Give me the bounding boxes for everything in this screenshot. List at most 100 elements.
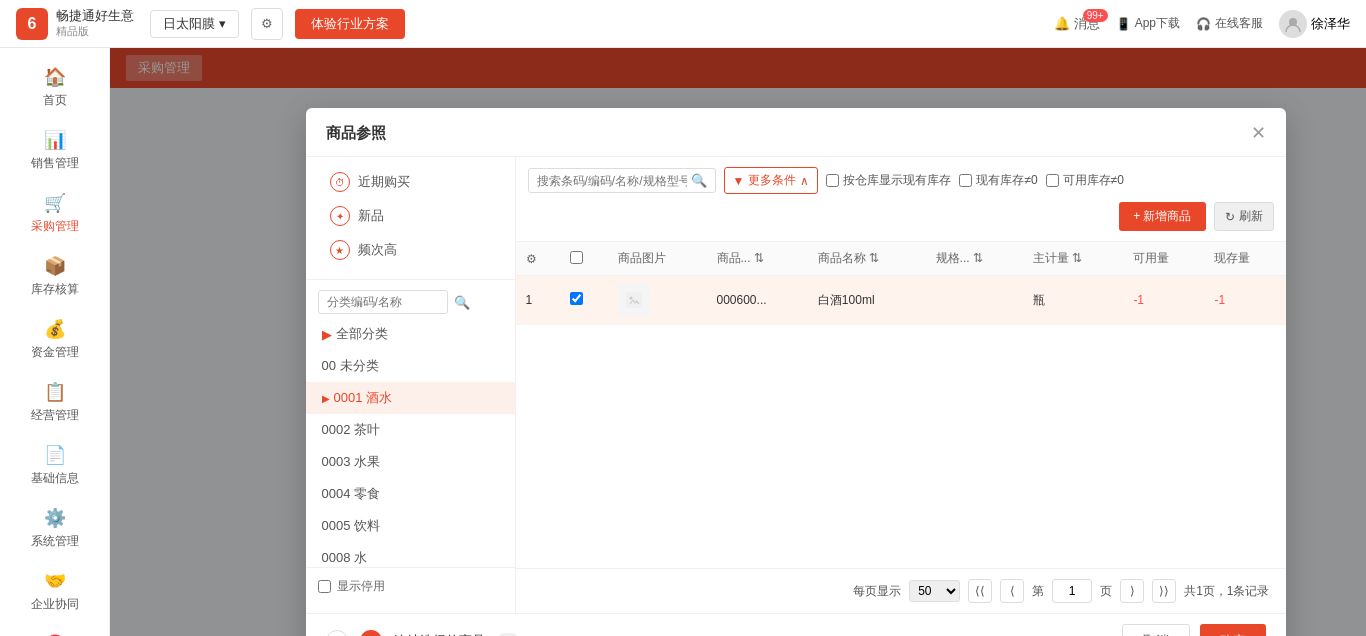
- branch-selector[interactable]: 日太阳膜 ▾: [150, 10, 239, 38]
- product-reference-modal: 商品参照 ✕ ⏱ 近期购买 ✦ 新品: [225, 88, 1366, 636]
- cancel-button[interactable]: 取消: [1122, 624, 1190, 636]
- online-service-button[interactable]: 🎧 在线客服: [1196, 15, 1263, 32]
- col-name[interactable]: 商品名称 ⇅: [808, 242, 926, 276]
- prev-page-button[interactable]: ⟨: [1000, 579, 1024, 603]
- sidebar-item-sales[interactable]: 📊 销售管理: [0, 119, 109, 182]
- left-panel-top: ⏱ 近期购买 ✦ 新品 ★ 频次高: [306, 165, 515, 275]
- category-fruit[interactable]: 0003 水果: [306, 446, 515, 478]
- sidebar-item-basic-info[interactable]: 📄 基础信息: [0, 434, 109, 497]
- topnav-right: 🔔 消息 99+ 📱 App下载 🎧 在线客服 徐泽华: [1054, 10, 1350, 38]
- filter-usable-label[interactable]: 可用库存≠0: [1046, 172, 1124, 189]
- quick-recent-purchase[interactable]: ⏱ 近期购买: [318, 165, 503, 199]
- table-header-row: ⚙ 商品图片 商品... ⇅ 商品名称 ⇅: [516, 242, 1286, 276]
- category-water[interactable]: 0008 水: [306, 542, 515, 567]
- content-area: 采购管理 商品参照 ✕ ⏱ 近期购买: [110, 48, 1366, 636]
- help-button[interactable]: ?: [326, 630, 348, 636]
- toolbar-right: + 新增商品 ↻ 刷新: [1119, 202, 1273, 231]
- page-size-label: 每页显示: [853, 583, 901, 600]
- filter-warehouse-checkbox[interactable]: [826, 174, 839, 187]
- modal-box: 商品参照 ✕ ⏱ 近期购买 ✦ 新品: [306, 108, 1286, 636]
- sidebar-item-finance[interactable]: 💰 资金管理: [0, 308, 109, 371]
- settings-button[interactable]: ⚙: [251, 8, 283, 40]
- row-checkbox[interactable]: [570, 292, 583, 305]
- filter-available-label[interactable]: 现有库存≠0: [959, 172, 1037, 189]
- product-thumbnail: [618, 284, 650, 316]
- finance-icon: 💰: [44, 318, 66, 340]
- refresh-button[interactable]: ↻ 刷新: [1214, 202, 1274, 231]
- avatar: [1279, 10, 1307, 38]
- top-navigation: 6 畅捷通好生意 精品版 日太阳膜 ▾ ⚙ 体验行业方案 🔔 消息 99+ 📱 …: [0, 0, 1366, 48]
- product-search-input[interactable]: [537, 174, 687, 188]
- sidebar-item-guide[interactable]: 🎯 新手引导: [0, 623, 109, 636]
- cart-button[interactable]: 🛒: [360, 630, 382, 636]
- page-label-suffix: 页: [1100, 583, 1112, 600]
- product-table-wrap: ⚙ 商品图片 商品... ⇅ 商品名称 ⇅: [516, 242, 1286, 568]
- left-panel: ⏱ 近期购买 ✦ 新品 ★ 频次高: [306, 157, 516, 613]
- select-all-checkbox[interactable]: [570, 251, 583, 264]
- filter-available-checkbox[interactable]: [959, 174, 972, 187]
- svg-rect-1: [626, 292, 642, 308]
- col-code[interactable]: 商品... ⇅: [707, 242, 808, 276]
- next-page-button[interactable]: ⟩: [1120, 579, 1144, 603]
- col-stock[interactable]: 现存量: [1204, 242, 1285, 276]
- refresh-icon: ↻: [1225, 210, 1235, 224]
- sidebar-item-procurement[interactable]: 🛒 采购管理: [0, 182, 109, 245]
- row-code: 000600...: [707, 276, 808, 325]
- collapse-footer-button[interactable]: ∧: [531, 632, 543, 637]
- sidebar-item-enterprise[interactable]: 🤝 企业协同: [0, 560, 109, 623]
- last-page-button[interactable]: ⟩⟩: [1152, 579, 1176, 603]
- row-unit: 瓶: [1023, 276, 1123, 325]
- col-unit[interactable]: 主计量 ⇅: [1023, 242, 1123, 276]
- page-number-input[interactable]: [1052, 579, 1092, 603]
- add-product-button[interactable]: + 新增商品: [1119, 202, 1205, 231]
- modal-close-button[interactable]: ✕: [1251, 122, 1266, 144]
- continuous-label: 连续选择的商品: [394, 632, 485, 636]
- row-available: -1: [1123, 276, 1204, 325]
- category-all[interactable]: ▶ 全部分类: [306, 318, 515, 350]
- sidebar-item-operations[interactable]: 📋 经营管理: [0, 371, 109, 434]
- quick-high-frequency[interactable]: ★ 频次高: [318, 233, 503, 267]
- modal-header: 商品参照 ✕: [306, 108, 1286, 157]
- col-spec[interactable]: 规格... ⇅: [926, 242, 1023, 276]
- filter-warehouse-label[interactable]: 按仓库显示现有库存: [826, 172, 951, 189]
- category-tea[interactable]: 0002 茶叶: [306, 414, 515, 446]
- col-available[interactable]: 可用量: [1123, 242, 1204, 276]
- col-checkbox[interactable]: [560, 242, 608, 276]
- home-icon: 🏠: [44, 66, 66, 88]
- procurement-icon: 🛒: [44, 192, 66, 214]
- table-row[interactable]: 1 000600... 白酒100ml: [516, 276, 1286, 325]
- category-search-input[interactable]: [318, 290, 448, 314]
- show-disabled-checkbox[interactable]: [318, 580, 331, 593]
- category-search-icon[interactable]: 🔍: [454, 295, 470, 310]
- pagination: 每页显示 50 100 200 ⟨⟨ ⟨ 第 页 ⟩: [516, 568, 1286, 613]
- operations-icon: 📋: [44, 381, 66, 403]
- filter-more-button[interactable]: ▼ 更多条件 ∧: [724, 167, 819, 194]
- col-image: 商品图片: [608, 242, 706, 276]
- phone-icon: 📱: [1116, 17, 1131, 31]
- sidebar-item-system[interactable]: ⚙️ 系统管理: [0, 497, 109, 560]
- row-checkbox-cell[interactable]: [560, 276, 608, 325]
- footer-right: 取消 确定: [1122, 624, 1266, 636]
- row-spec: [926, 276, 1023, 325]
- category-drinks[interactable]: 0005 饮料: [306, 510, 515, 542]
- col-settings[interactable]: ⚙: [516, 242, 561, 276]
- filter-usable-checkbox[interactable]: [1046, 174, 1059, 187]
- sidebar-item-home[interactable]: 🏠 首页: [0, 56, 109, 119]
- user-menu[interactable]: 徐泽华: [1279, 10, 1350, 38]
- page-size-select[interactable]: 50 100 200: [909, 580, 960, 602]
- notifications-button[interactable]: 🔔 消息 99+: [1054, 15, 1100, 33]
- app-download-button[interactable]: 📱 App下载: [1116, 15, 1180, 32]
- new-icon: ✦: [330, 206, 350, 226]
- page-label: 第: [1032, 583, 1044, 600]
- notification-badge: 99+: [1083, 9, 1108, 22]
- first-page-button[interactable]: ⟨⟨: [968, 579, 992, 603]
- category-liquor[interactable]: ▶ 0001 酒水: [306, 382, 515, 414]
- category-uncategorized[interactable]: 00 未分类: [306, 350, 515, 382]
- product-search-wrap: 🔍: [528, 168, 716, 193]
- confirm-button[interactable]: 确定: [1200, 624, 1266, 636]
- quick-new-products[interactable]: ✦ 新品: [318, 199, 503, 233]
- row-name: 白酒100ml: [808, 276, 926, 325]
- trial-button[interactable]: 体验行业方案: [295, 9, 405, 39]
- category-snacks[interactable]: 0004 零食: [306, 478, 515, 510]
- sidebar-item-inventory[interactable]: 📦 库存核算: [0, 245, 109, 308]
